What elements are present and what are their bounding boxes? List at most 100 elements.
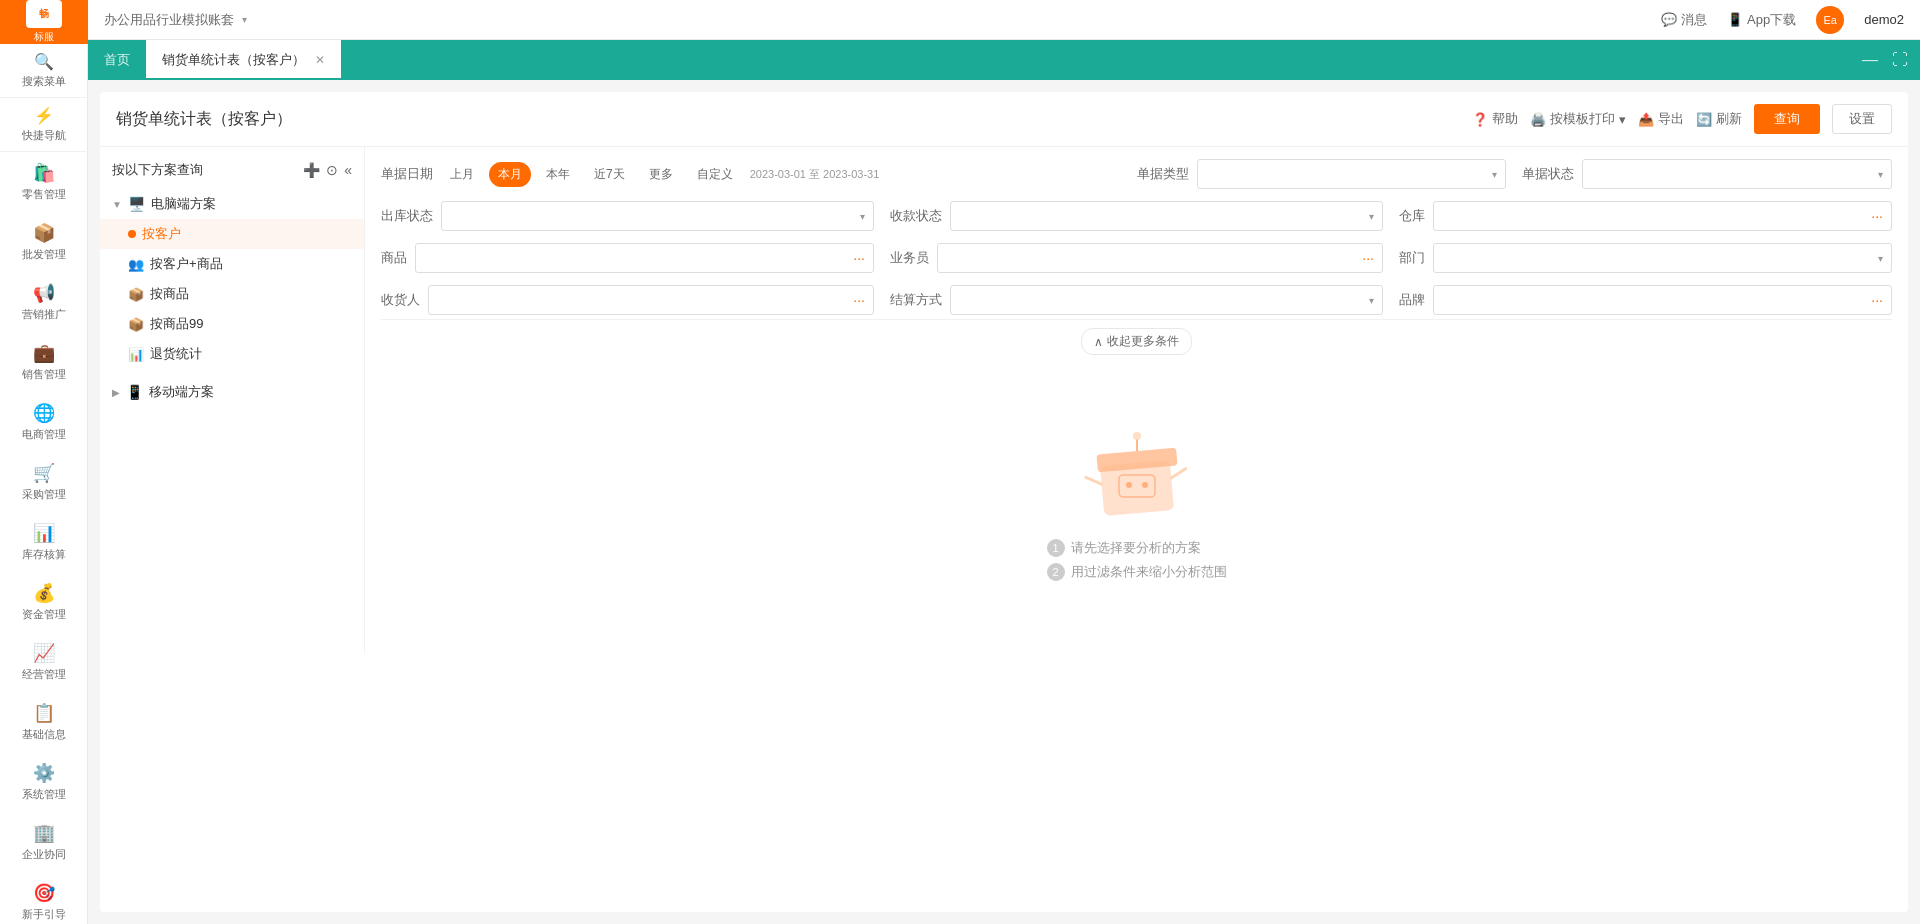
recipient-input[interactable]: ··· (428, 285, 874, 315)
basic-info-label: 基础信息 (22, 727, 66, 742)
basic-info-icon: 📋 (33, 702, 55, 724)
system-label: 系统管理 (22, 787, 66, 802)
doc-type-input[interactable]: ▾ (1197, 159, 1507, 189)
export-button[interactable]: 📤 导出 (1638, 110, 1684, 128)
by-customer-label: 按客户 (142, 225, 181, 243)
header-left: 办公用品行业模拟账套 ▾ (104, 11, 247, 29)
filter-brand: 品牌 ··· (1399, 285, 1892, 315)
payment-method-input[interactable]: ▾ (950, 285, 1383, 315)
salesperson-input[interactable]: ··· (937, 243, 1383, 273)
tree-item-by-customer[interactable]: 按客户 (100, 219, 364, 249)
tab-expand-button[interactable]: ⛶ (1888, 47, 1912, 73)
empty-illustration (1077, 423, 1197, 523)
receipt-status-arrow: ▾ (1369, 211, 1374, 222)
message-label: 消息 (1681, 11, 1707, 29)
by-product-label: 按商品 (150, 285, 189, 303)
retail-label: 零售管理 (22, 187, 66, 202)
message-icon: 💬 (1661, 12, 1677, 27)
tab-sales-stats[interactable]: 销货单统计表（按客户） ✕ (146, 40, 341, 80)
date-btn-this-month[interactable]: 本月 (489, 162, 531, 187)
retail-icon: 🛍️ (33, 162, 55, 184)
department-input[interactable]: ▾ (1433, 243, 1892, 273)
collapse-bar: ∧ 收起更多条件 (381, 319, 1892, 363)
filter-row-4: 收货人 ··· 结算方式 ▾ (381, 285, 1892, 315)
sidebar-item-ecommerce[interactable]: 🌐 电商管理 (0, 392, 88, 452)
message-button[interactable]: 💬 消息 (1661, 11, 1707, 29)
logo-icon: 畅 (26, 0, 62, 28)
tree-item-return-stats[interactable]: 📊 退货统计 (100, 339, 364, 369)
tree-item-by-customer-product[interactable]: 👥 按客户+商品 (100, 249, 364, 279)
brand-dots: ··· (1871, 292, 1883, 308)
top-header: 办公用品行业模拟账套 ▾ 💬 消息 📱 App下载 Ea demo2 (88, 0, 1920, 40)
tab-minimize-button[interactable]: — (1858, 47, 1882, 73)
sidebar-item-purchase[interactable]: 🛒 采购管理 (0, 452, 88, 512)
filter-doc-type: 单据类型 ▾ (1137, 159, 1507, 189)
collapse-panel-button[interactable]: « (344, 162, 352, 178)
product-label: 商品 (381, 249, 407, 267)
refresh-button[interactable]: 🔄 刷新 (1696, 110, 1742, 128)
doc-status-arrow: ▾ (1878, 169, 1883, 180)
salesperson-dots: ··· (1362, 250, 1374, 266)
collapse-button[interactable]: ∧ 收起更多条件 (1081, 328, 1192, 355)
department-arrow: ▾ (1878, 253, 1883, 264)
sidebar-item-inventory[interactable]: 📊 库存核算 (0, 512, 88, 572)
sidebar-item-sales[interactable]: 💼 销售管理 (0, 332, 88, 392)
svg-point-6 (1133, 432, 1141, 440)
out-status-arrow: ▾ (860, 211, 865, 222)
sidebar-item-operations[interactable]: 📈 经营管理 (0, 632, 88, 692)
add-scheme-button[interactable]: ➕ (303, 162, 320, 178)
mobile-group-title[interactable]: ▶ 📱 移动端方案 (100, 377, 364, 407)
sales-label: 销售管理 (22, 367, 66, 382)
svg-point-3 (1126, 482, 1132, 488)
tab-home[interactable]: 首页 (88, 40, 146, 80)
out-status-input[interactable]: ▾ (441, 201, 874, 231)
sidebar-item-retail[interactable]: 🛍️ 零售管理 (0, 152, 88, 212)
product-input[interactable]: ··· (415, 243, 874, 273)
date-range-text: 2023-03-01 至 2023-03-31 (750, 167, 880, 182)
tree-item-by-product99[interactable]: 📦 按商品99 (100, 309, 364, 339)
tab-close-button[interactable]: ✕ (315, 53, 325, 67)
sidebar-item-marketing[interactable]: 📢 营销推广 (0, 272, 88, 332)
receipt-status-input[interactable]: ▾ (950, 201, 1383, 231)
empty-hint-2: 2 用过滤条件来缩小分析范围 (1047, 563, 1227, 581)
date-btn-this-year[interactable]: 本年 (537, 162, 579, 187)
date-btn-last7[interactable]: 近7天 (585, 162, 634, 187)
sidebar-item-basic-info[interactable]: 📋 基础信息 (0, 692, 88, 752)
date-btn-more[interactable]: 更多 (640, 162, 682, 187)
user-name[interactable]: demo2 (1864, 12, 1904, 27)
date-btn-last-month[interactable]: 上月 (441, 162, 483, 187)
sidebar-item-newbie[interactable]: 🎯 新手引导 (0, 872, 88, 924)
settings-button[interactable]: 设置 (1832, 104, 1892, 134)
shortcut-icon: ⚡ (34, 106, 54, 125)
tab-bar: 首页 销货单统计表（按客户） ✕ — ⛶ (88, 40, 1920, 80)
product-icon: 📦 (128, 287, 144, 302)
query-button[interactable]: 查询 (1754, 104, 1820, 134)
edit-scheme-button[interactable]: ⊙ (326, 162, 338, 178)
sidebar-item-finance[interactable]: 💰 资金管理 (0, 572, 88, 632)
sidebar-item-system[interactable]: ⚙️ 系统管理 (0, 752, 88, 812)
date-label: 单据日期 (381, 165, 433, 183)
template-print-button[interactable]: 🖨️ 按模板打印 ▾ (1530, 110, 1626, 128)
content-body: 按以下方案查询 ➕ ⊙ « ▼ 🖥️ 电脑端方案 (100, 147, 1908, 653)
desktop-group-title[interactable]: ▼ 🖥️ 电脑端方案 (100, 189, 364, 219)
app-download-button[interactable]: 📱 App下载 (1727, 11, 1796, 29)
filter-receipt-status: 收款状态 ▾ (890, 201, 1383, 231)
brand-input[interactable]: ··· (1433, 285, 1892, 315)
sidebar-item-wholesale[interactable]: 📦 批发管理 (0, 212, 88, 272)
wholesale-icon: 📦 (33, 222, 55, 244)
avatar-initials: Ea (1824, 14, 1837, 26)
filter-row-2: 出库状态 ▾ 收款状态 ▾ (381, 201, 1892, 231)
search-menu-button[interactable]: 🔍 搜索菜单 (0, 44, 88, 98)
warehouse-input[interactable]: ··· (1433, 201, 1892, 231)
industry-dropdown-arrow[interactable]: ▾ (242, 14, 247, 25)
app-download-label: App下载 (1747, 11, 1796, 29)
date-btn-custom[interactable]: 自定义 (688, 162, 742, 187)
home-tab-label: 首页 (104, 51, 130, 69)
recipient-label: 收货人 (381, 291, 420, 309)
help-button[interactable]: ❓ 帮助 (1472, 110, 1518, 128)
by-product99-label: 按商品99 (150, 315, 203, 333)
tree-item-by-product[interactable]: 📦 按商品 (100, 279, 364, 309)
sidebar-item-enterprise[interactable]: 🏢 企业协同 (0, 812, 88, 872)
shortcut-nav-button[interactable]: ⚡ 快捷导航 (0, 98, 88, 152)
doc-status-input[interactable]: ▾ (1582, 159, 1892, 189)
